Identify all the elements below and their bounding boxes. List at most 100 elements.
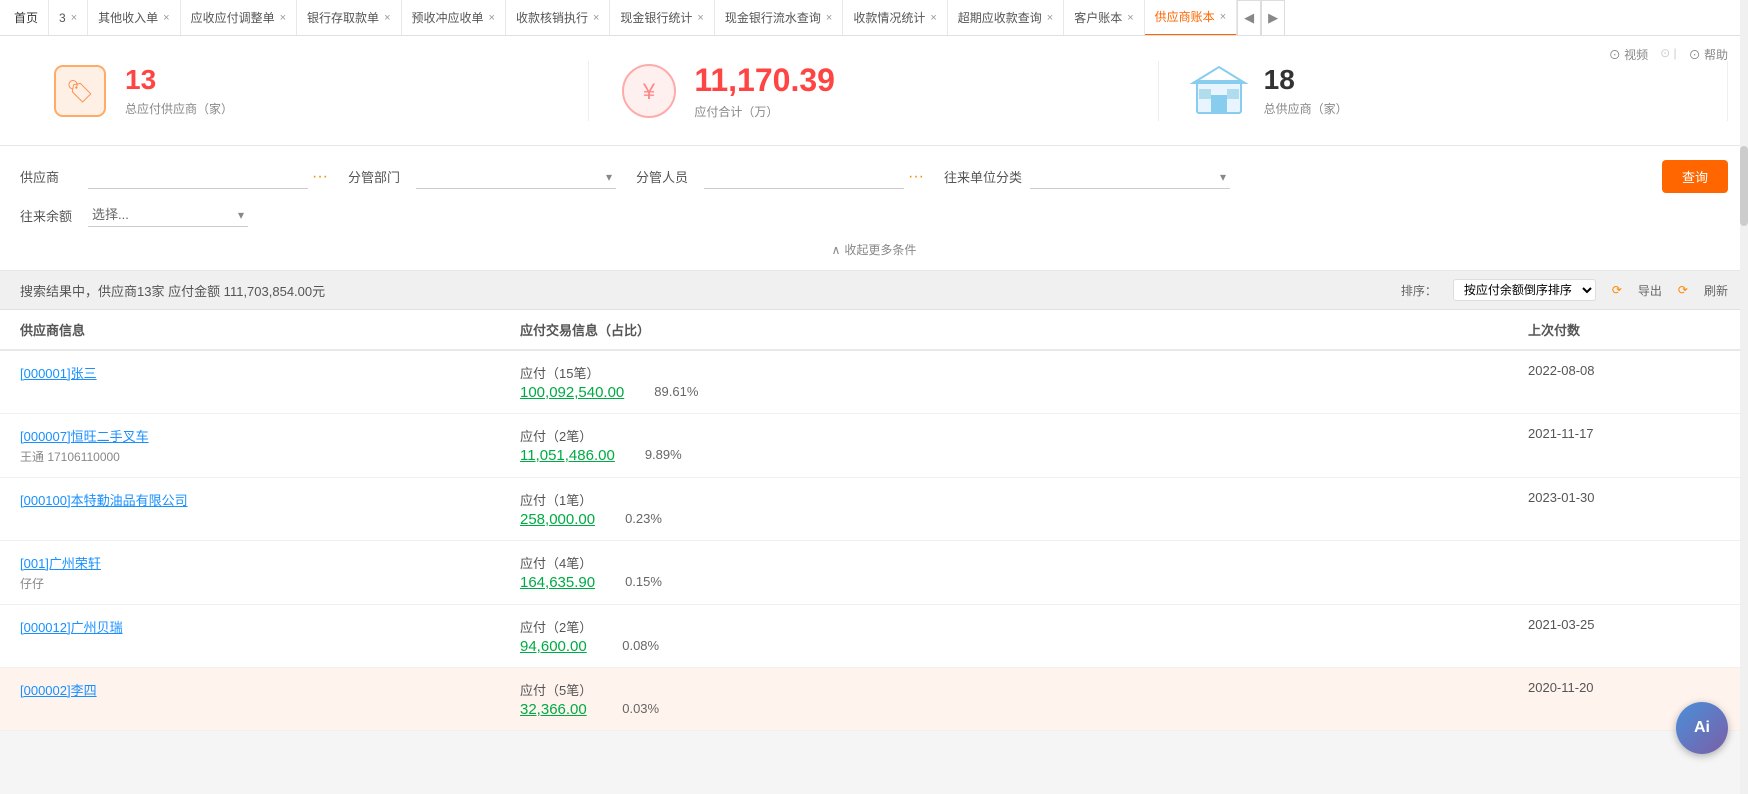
trans-info: 应付（4笔） 164,635.90 (520, 553, 595, 591)
refresh-button[interactable]: 刷新 (1704, 282, 1728, 299)
nav-tab-3[interactable]: 3 × (49, 0, 88, 36)
trans-label: 应付（15笔） (520, 363, 624, 382)
collapse-button[interactable]: ∧ 收起更多条件 (832, 241, 917, 258)
search-area: 供应商 ··· 分管部门 分管人员 ··· 往来单位分类 (0, 146, 1748, 271)
nav-tab-receipt-exec[interactable]: 收款核销执行 × (506, 0, 610, 36)
category-select-wrap (1030, 165, 1230, 189)
help-link[interactable]: 帮助 (1689, 46, 1728, 63)
supplier-picker-icon[interactable]: ··· (312, 168, 328, 186)
trans-amount-link[interactable]: 32,366.00 (520, 701, 592, 718)
balance-select[interactable]: 选择... (88, 203, 248, 227)
svg-text:¥: ¥ (642, 79, 656, 104)
trans-amount-link[interactable]: 94,600.00 (520, 638, 592, 655)
svg-text:🏷: 🏷 (66, 79, 94, 104)
close-icon[interactable]: × (1127, 12, 1133, 24)
nav-tab-cash-bank-flow[interactable]: 现金银行流水查询 × (715, 0, 843, 36)
supplier-link[interactable]: [000012]广州贝瑞 (20, 620, 123, 635)
export-button[interactable]: 导出 (1638, 282, 1662, 299)
sort-select[interactable]: 按应付余额倒序排序 (1453, 279, 1596, 301)
table-row: [001]广州荣轩 仔仔 应付（4笔） 164,635.90 0.15% (0, 541, 1748, 605)
refresh-icon: ⟳ (1678, 283, 1688, 297)
close-icon[interactable]: × (1047, 12, 1053, 24)
transaction-cell: 应付（4笔） 164,635.90 0.15% (520, 553, 1528, 591)
top-navigation: 首页 3 × 其他收入单 × 应收应付调整单 × 银行存取款单 × 预收冲应收单… (0, 0, 1748, 36)
trans-amount-link[interactable]: 258,000.00 (520, 511, 595, 528)
supplier-link[interactable]: [000002]李四 (20, 683, 97, 698)
supplier-link[interactable]: [000100]本特勤油品有限公司 (20, 493, 188, 508)
supplier-link[interactable]: [001]广州荣轩 (20, 556, 101, 571)
result-bar: 搜索结果中，供应商13家 应付金额 111,703,854.00元 排序： 按应… (0, 271, 1748, 310)
payable-amount-value: 11,170.39 (694, 62, 835, 99)
person-label: 分管人员 (636, 167, 696, 186)
balance-field: 往来余额 选择... (20, 203, 248, 227)
trans-pct: 0.03% (622, 701, 659, 718)
trans-pct: 0.23% (625, 511, 662, 528)
transaction-cell: 应付（5笔） 32,366.00 0.03% (520, 680, 1528, 718)
nav-tab-home[interactable]: 首页 (4, 0, 49, 36)
lastpay-cell: 2023-01-30 (1528, 490, 1728, 505)
total-suppliers-info: 18 总供应商（家） (1264, 64, 1348, 117)
supplier-cell: [000100]本特勤油品有限公司 (20, 490, 520, 509)
close-icon[interactable]: × (930, 12, 936, 24)
trans-amount-link[interactable]: 100,092,540.00 (520, 384, 624, 401)
search-row-2: 往来余额 选择... (20, 203, 1728, 227)
close-icon[interactable]: × (593, 12, 599, 24)
close-icon[interactable]: × (489, 12, 495, 24)
close-icon[interactable]: × (1220, 11, 1226, 23)
supplier-sub: 王通 17106110000 (20, 448, 520, 465)
supplier-icon: 🏷 (50, 61, 110, 121)
dept-select[interactable] (416, 165, 616, 189)
supplier-input[interactable] (88, 165, 308, 189)
close-icon[interactable]: × (826, 12, 832, 24)
supplier-link[interactable]: [000007]恒旺二手叉车 (20, 429, 149, 444)
main-table: 供应商信息 应付交易信息（占比） 上次付数 [000001]张三 应付（15笔）… (0, 310, 1748, 731)
payable-suppliers-count: 13 (125, 64, 233, 96)
video-link[interactable]: 视频 (1609, 46, 1648, 63)
close-icon[interactable]: × (384, 12, 390, 24)
trans-info: 应付（1笔） 258,000.00 (520, 490, 595, 528)
trans-label: 应付（2笔） (520, 426, 615, 445)
close-icon[interactable]: × (697, 12, 703, 24)
trans-pct: 0.15% (625, 574, 662, 591)
lastpay-cell: 2020-11-20 (1528, 680, 1728, 695)
lastpay-cell: 2022-08-08 (1528, 363, 1728, 378)
supplier-cell: [000002]李四 (20, 680, 520, 699)
category-select[interactable] (1030, 165, 1230, 189)
table-row: [000100]本特勤油品有限公司 应付（1笔） 258,000.00 0.23… (0, 478, 1748, 541)
total-suppliers-count: 18 (1264, 64, 1348, 96)
trans-label: 应付（1笔） (520, 490, 595, 509)
person-input[interactable] (704, 165, 904, 189)
nav-next-arrow[interactable]: ▶ (1261, 0, 1285, 36)
person-picker-icon[interactable]: ··· (908, 168, 924, 186)
nav-tab-overdue-ar[interactable]: 超期应收款查询 × (948, 0, 1064, 36)
trans-label: 应付（2笔） (520, 617, 592, 636)
nav-tab-cash-bank-stat[interactable]: 现金银行统计 × (610, 0, 714, 36)
table-row: [000007]恒旺二手叉车 王通 17106110000 应付（2笔） 11,… (0, 414, 1748, 478)
balance-label: 往来余额 (20, 206, 80, 225)
trans-pct: 89.61% (654, 384, 698, 401)
trans-info: 应付（2笔） 11,051,486.00 (520, 426, 615, 464)
nav-tab-customer-ledger[interactable]: 客户账本 × (1064, 0, 1144, 36)
nav-tab-receipt-stat[interactable]: 收款情况统计 × (843, 0, 947, 36)
ai-button[interactable]: Ai (1676, 702, 1728, 754)
supplier-field: 供应商 ··· (20, 165, 328, 189)
nav-tab-prepay-collect[interactable]: 预收冲应收单 × (402, 0, 506, 36)
nav-tab-bank-deposit[interactable]: 银行存取款单 × (297, 0, 401, 36)
table-row: [000002]李四 应付（5笔） 32,366.00 0.03% 2020-1… (0, 668, 1748, 731)
close-icon[interactable]: × (163, 12, 169, 24)
person-input-wrap: ··· (704, 165, 924, 189)
table-header: 供应商信息 应付交易信息（占比） 上次付数 (0, 310, 1748, 351)
supplier-link[interactable]: [000001]张三 (20, 366, 97, 381)
query-button[interactable]: 查询 (1662, 160, 1728, 193)
close-icon[interactable]: × (71, 12, 77, 24)
trans-amount-link[interactable]: 164,635.90 (520, 574, 595, 591)
store-icon (1189, 61, 1249, 121)
close-icon[interactable]: × (280, 12, 286, 24)
result-summary-text: 搜索结果中，供应商13家 应付金额 111,703,854.00元 (20, 281, 325, 300)
nav-tab-other-income[interactable]: 其他收入单 × (88, 0, 180, 36)
scrollbar-thumb[interactable] (1740, 146, 1748, 226)
nav-prev-arrow[interactable]: ◀ (1237, 0, 1261, 36)
nav-tab-ar-ap-adjust[interactable]: 应收应付调整单 × (181, 0, 297, 36)
nav-tab-supplier-ledger[interactable]: 供应商账本 × (1145, 0, 1237, 36)
trans-amount-link[interactable]: 11,051,486.00 (520, 447, 615, 464)
